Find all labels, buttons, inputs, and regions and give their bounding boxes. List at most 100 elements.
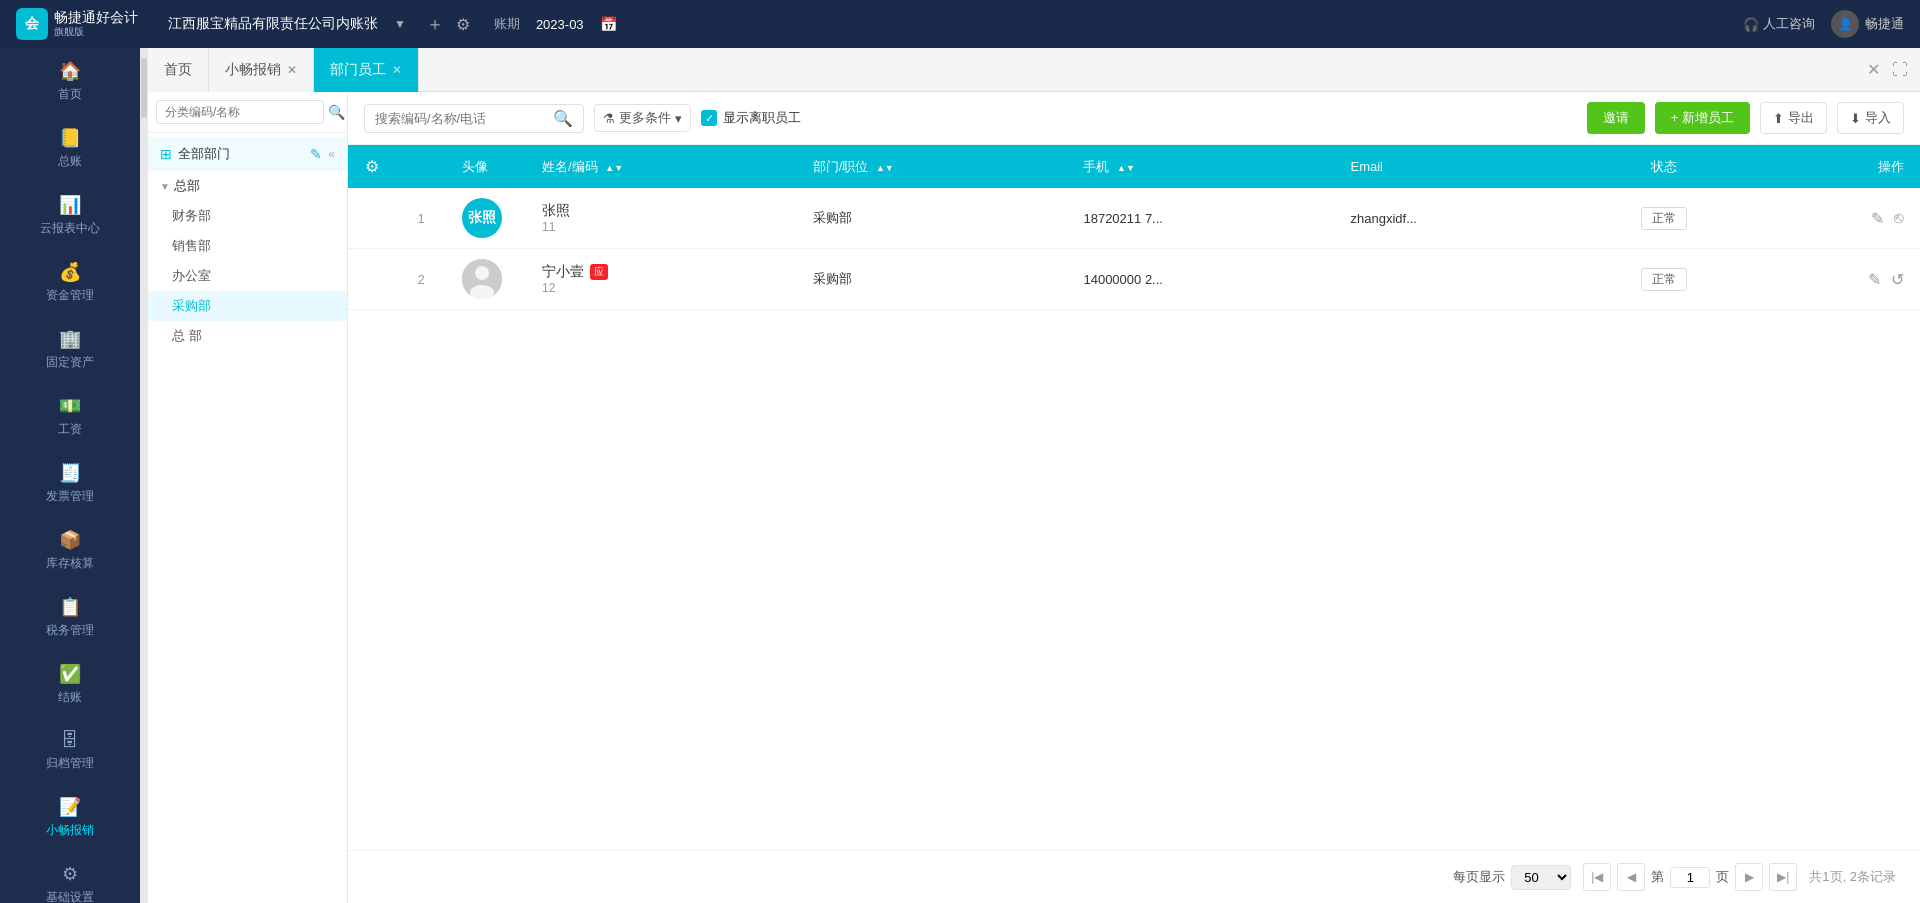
sidebar-item-home[interactable]: 🏠 首页 (0, 48, 140, 115)
cloud-reports-icon: 📊 (59, 194, 81, 216)
sidebar-item-checkout[interactable]: ✅ 结账 (0, 651, 140, 718)
import-icon: ⬇ (1850, 111, 1861, 126)
import-button[interactable]: ⬇ 导入 (1837, 102, 1904, 134)
dept-parent-zongbu[interactable]: ▼ 总部 (148, 171, 347, 201)
tab-close-window-icon[interactable]: ✕ (1863, 56, 1884, 83)
dept-label-sales: 销售部 (172, 238, 211, 253)
svg-point-1 (475, 266, 489, 280)
more-filter-button[interactable]: ⚗ 更多条件 ▾ (594, 104, 691, 132)
calendar-icon[interactable]: 📅 (600, 16, 617, 32)
dept-item-purchase[interactable]: 采购部 (148, 291, 347, 321)
all-departments-item[interactable]: ⊞ 全部部门 ✎ « (148, 137, 347, 171)
row2-refresh-icon[interactable]: ↺ (1891, 270, 1904, 289)
row2-dept: 采购部 (813, 271, 852, 286)
col-dept-position[interactable]: 部门/职位 ▲▼ (797, 145, 1068, 188)
edit-dept-icon[interactable]: ✎ (310, 146, 322, 162)
sidebar-label-xiaochang: 小畅报销 (46, 822, 94, 839)
column-settings-icon[interactable]: ⚙ (365, 158, 379, 175)
sidebar-label-tax: 税务管理 (46, 622, 94, 639)
row1-phone-cell: 18720211 7... (1067, 188, 1334, 249)
row2-name-code-cell: 宁小壹 应 12 (526, 249, 797, 310)
show-resigned-checkbox[interactable]: ✓ (701, 110, 717, 126)
sidebar-item-ledger[interactable]: 📒 总账 (0, 115, 140, 182)
settings-icon[interactable]: ⚙ (456, 15, 470, 34)
employee-search-input[interactable] (375, 111, 547, 126)
row2-email-cell (1335, 249, 1571, 310)
row1-gear-cell (348, 188, 396, 249)
current-page-input[interactable] (1670, 867, 1710, 888)
row1-dept-cell: 采购部 (797, 188, 1068, 249)
tab-home[interactable]: 首页 (148, 48, 209, 92)
row1-status-badge: 正常 (1641, 207, 1687, 230)
tab-actions: ✕ ⛶ (1863, 56, 1920, 83)
sidebar-item-fund[interactable]: 💰 资金管理 (0, 249, 140, 316)
dept-item-finance[interactable]: 财务部 (148, 201, 347, 231)
sidebar-item-salary[interactable]: 💵 工资 (0, 383, 140, 450)
tab-dept-employee[interactable]: 部门员工 ✕ (314, 48, 419, 92)
expand-arrow-icon: ▼ (160, 181, 170, 192)
next-page-button[interactable]: ▶ (1735, 863, 1763, 891)
row2-status-badge: 正常 (1641, 268, 1687, 291)
row2-actions: ✎ ↺ (1773, 270, 1904, 289)
add-employee-button[interactable]: + 新增员工 (1655, 102, 1750, 134)
dept-item-office[interactable]: 办公室 (148, 261, 347, 291)
invite-button[interactable]: 邀请 (1587, 102, 1645, 134)
sidebar-item-invoice[interactable]: 🧾 发票管理 (0, 450, 140, 517)
sidebar-item-tax[interactable]: 📋 税务管理 (0, 584, 140, 651)
col-phone[interactable]: 手机 ▲▼ (1067, 145, 1334, 188)
add-company-icon[interactable]: ＋ (426, 12, 444, 36)
phone-sort-icons: ▲▼ (1117, 163, 1135, 173)
employee-search-icon[interactable]: 🔍 (553, 109, 573, 128)
tab-dept-employee-close-icon[interactable]: ✕ (392, 63, 402, 77)
fixed-assets-icon: 🏢 (59, 328, 81, 350)
row1-edit-icon[interactable]: ✎ (1871, 209, 1884, 228)
sidebar-item-archive[interactable]: 🗄 归档管理 (0, 718, 140, 784)
company-dropdown-icon[interactable]: ▼ (394, 17, 406, 31)
company-selector[interactable]: 江西服宝精品有限责任公司内账张 (168, 15, 378, 33)
export-button[interactable]: ⬆ 导出 (1760, 102, 1827, 134)
department-panel: 🔍 ⊞ 全部部门 ✎ « ▼ 总部 财务部 (148, 92, 348, 903)
basic-settings-icon: ⚙ (62, 863, 78, 885)
first-page-button[interactable]: |◀ (1583, 863, 1611, 891)
dept-search-input[interactable] (156, 100, 324, 124)
employee-search-box[interactable]: 🔍 (364, 104, 584, 133)
sidebar-scrollbar[interactable] (140, 48, 148, 903)
tab-maximize-icon[interactable]: ⛶ (1888, 57, 1912, 83)
row2-app-badge: 应 (590, 264, 608, 280)
row2-emp-name: 宁小壹 (542, 263, 584, 281)
dept-item-zongbu-sub[interactable]: 总 部 (148, 321, 347, 351)
sidebar-item-settings[interactable]: ⚙ 基础设置 (0, 851, 140, 903)
show-resigned-toggle[interactable]: ✓ 显示离职员工 (701, 109, 801, 127)
sidebar-item-cloud-reports[interactable]: 📊 云报表中心 (0, 182, 140, 249)
tab-xiaochang-close-icon[interactable]: ✕ (287, 63, 297, 77)
dept-item-sales[interactable]: 销售部 (148, 231, 347, 261)
page-content: 🔍 ⊞ 全部部门 ✎ « ▼ 总部 财务部 (148, 92, 1920, 903)
row2-dept-cell: 采购部 (797, 249, 1068, 310)
filter-dropdown-icon: ▾ (675, 111, 682, 126)
prev-page-button[interactable]: ◀ (1617, 863, 1645, 891)
sidebar-item-xiaochang[interactable]: 📝 小畅报销 (0, 784, 140, 851)
row1-action-cell: ✎ ⎋ (1757, 188, 1920, 249)
last-page-button[interactable]: ▶| (1769, 863, 1797, 891)
table-row: 1 张照 张照 11 (348, 188, 1920, 249)
tab-xiaochang-expense[interactable]: 小畅报销 ✕ (209, 48, 314, 92)
sidebar-label-fixed-assets: 固定资产 (46, 354, 94, 371)
logo-icon: 会 (16, 8, 48, 40)
period-value[interactable]: 2023-03 (536, 17, 584, 32)
support-button[interactable]: 🎧 人工咨询 (1743, 15, 1815, 33)
logo-text-area: 畅捷通好会计 旗舰版 (54, 9, 138, 40)
tab-dept-employee-label: 部门员工 (330, 61, 386, 79)
collapse-icon[interactable]: « (328, 147, 335, 161)
sidebar-label-checkout: 结账 (58, 689, 82, 706)
dept-search-icon[interactable]: 🔍 (328, 104, 345, 120)
col-name-code[interactable]: 姓名/编码 ▲▼ (526, 145, 797, 188)
col-status: 状态 (1570, 145, 1757, 188)
row2-edit-icon[interactable]: ✎ (1868, 270, 1881, 289)
row1-logout-icon[interactable]: ⎋ (1894, 209, 1904, 228)
sidebar-item-inventory[interactable]: 📦 库存核算 (0, 517, 140, 584)
sidebar-label-cloud-reports: 云报表中心 (40, 220, 100, 237)
sidebar-item-fixed-assets[interactable]: 🏢 固定资产 (0, 316, 140, 383)
sidebar-label-fund: 资金管理 (46, 287, 94, 304)
per-page-select-input[interactable]: 50 20 100 (1511, 865, 1571, 890)
user-area[interactable]: 👤 畅捷通 (1831, 10, 1904, 38)
